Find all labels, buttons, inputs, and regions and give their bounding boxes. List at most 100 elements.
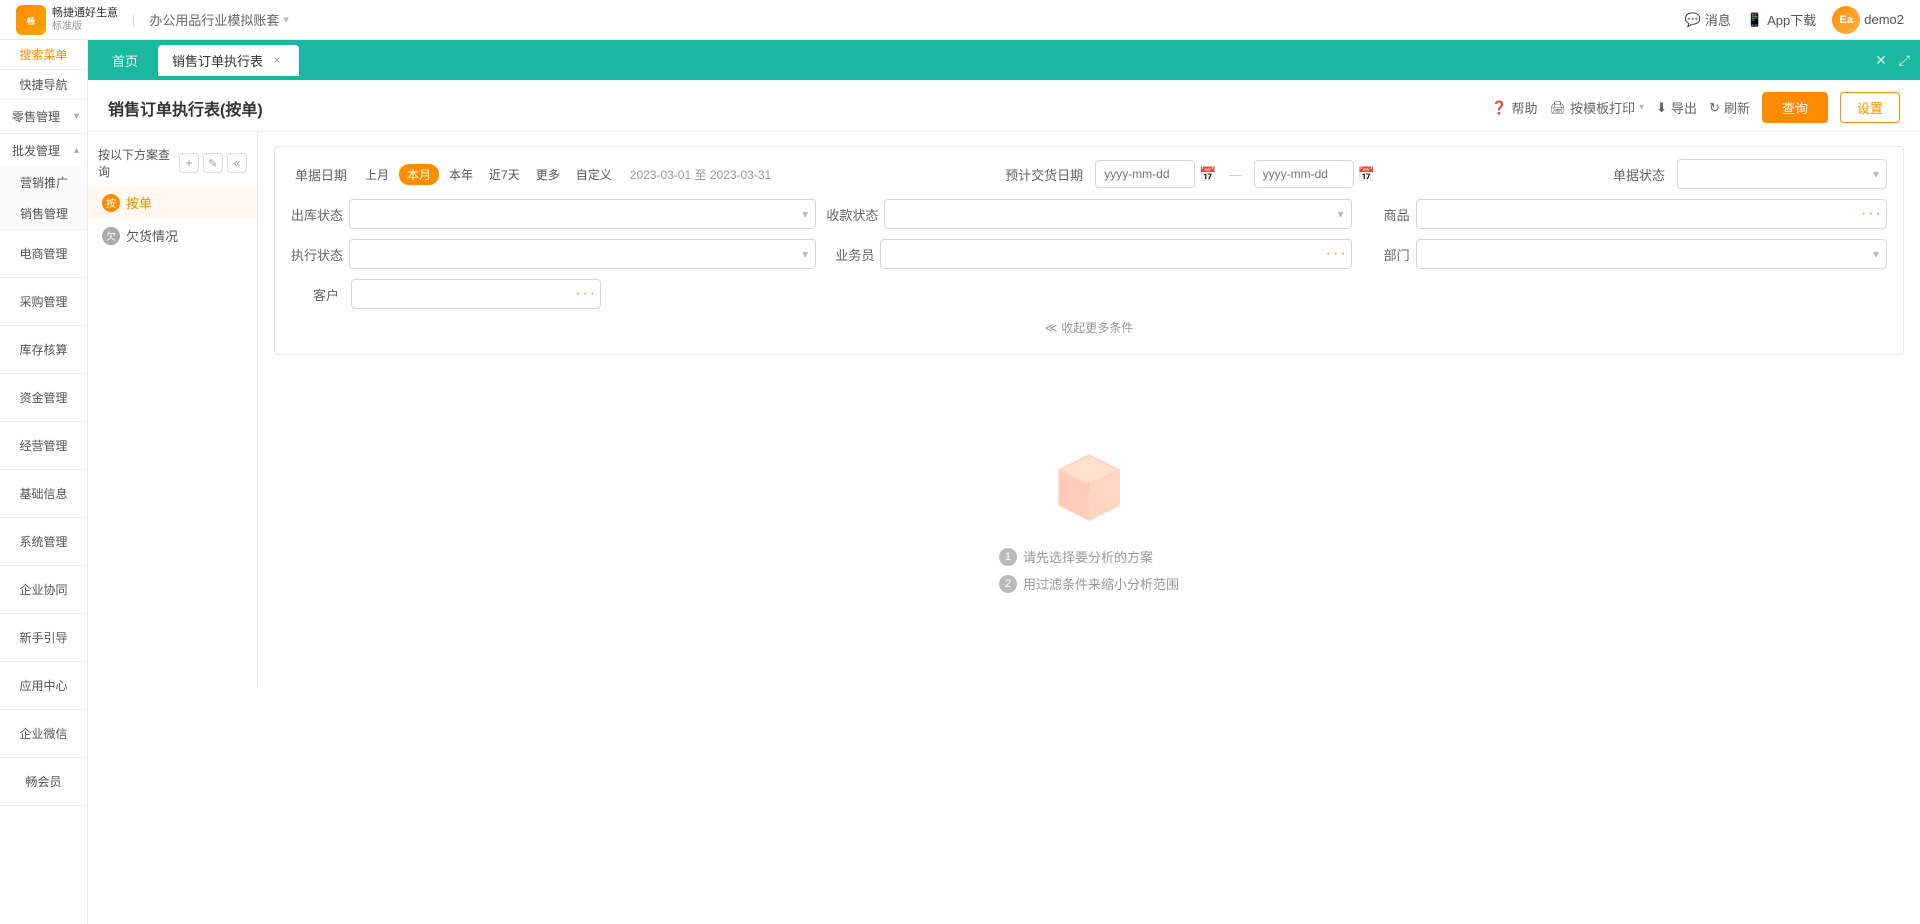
sidebar-item-member[interactable]: 畅会员 (0, 758, 87, 806)
scheme-item-by-order[interactable]: 按 按单 (88, 186, 257, 219)
edit-scheme-button[interactable]: ✎ (203, 153, 223, 173)
date-btn-last-month[interactable]: 上月 (359, 164, 395, 185)
filter-area: 单据日期 上月 本月 本年 近7天 更多 自定义 (274, 146, 1904, 355)
refresh-button[interactable]: ↻ 刷新 (1709, 98, 1750, 117)
hint-number-2: 2 (999, 575, 1017, 593)
status-select-wrap (1677, 159, 1887, 189)
hint-number-1: 1 (999, 548, 1017, 566)
date-btn-more[interactable]: 更多 (530, 164, 566, 185)
sidebar-item-purchasing[interactable]: 采购管理 (0, 278, 87, 326)
out-status-select[interactable] (349, 199, 816, 229)
date-btn-this-month[interactable]: 本月 (399, 164, 439, 185)
refresh-icon: ↻ (1709, 100, 1720, 116)
goods-more-icon[interactable]: ··· (1861, 205, 1883, 223)
logo-area: 畅 畅捷通好生意 标准版 (16, 5, 118, 35)
scheme-icon-order: 按 (102, 194, 120, 212)
filter-row-2: 出库状态 收款状态 (291, 199, 1887, 229)
print-dropdown-icon: ▾ (1639, 102, 1644, 113)
date-btn-last7days[interactable]: 近7天 (483, 164, 526, 185)
page-header-actions: ❓ 帮助 🖨 按模板打印 ▾ ⬇ 导出 ↻ (1491, 92, 1900, 123)
breadcrumb[interactable]: 办公用品行业模拟账套 ▾ (149, 10, 289, 29)
expected-date-from[interactable] (1095, 160, 1195, 188)
sidebar-item-ecommerce[interactable]: 电商管理 (0, 230, 87, 278)
page-inner: 销售订单执行表(按单) ❓ 帮助 🖨 按模板打印 ▾ ⬇ (88, 80, 1920, 924)
receipt-status-select[interactable] (884, 199, 1351, 229)
date-from-wrap: 📅 (1095, 160, 1216, 188)
left-panel-actions: + ✎ « (179, 153, 247, 173)
filter-receipt-status: 收款状态 (826, 199, 1351, 229)
sidebar-item-finance[interactable]: 资金管理 (0, 374, 87, 422)
export-button[interactable]: ⬇ 导出 (1656, 98, 1697, 117)
expected-date-label: 预计交货日期 (1005, 165, 1083, 184)
date-btn-custom[interactable]: 自定义 (570, 164, 618, 185)
scheme-item-shortage[interactable]: 欠 欠货情况 (88, 219, 257, 252)
collapse-filter-button[interactable]: ≪ 收起更多条件 (291, 313, 1887, 342)
status-select[interactable] (1677, 159, 1887, 189)
tab-close-button[interactable]: × (269, 52, 285, 68)
maximize-window-icon[interactable]: ⤢ (1897, 50, 1912, 71)
date-filter-buttons: 上月 本月 本年 近7天 更多 自定义 (359, 164, 618, 185)
date-btn-this-year[interactable]: 本年 (443, 164, 479, 185)
close-window-icon[interactable]: ✕ (1873, 50, 1889, 71)
empty-hint-text: 1 请先选择要分析的方案 2 用过滤条件来缩小分析范围 (999, 547, 1179, 593)
page-header: 销售订单执行表(按单) ❓ 帮助 🖨 按模板打印 ▾ ⬇ (88, 80, 1920, 132)
empty-hint-1: 1 请先选择要分析的方案 (999, 547, 1179, 566)
sales-more-icon[interactable]: ··· (1326, 245, 1348, 263)
left-panel: 按以下方案查询 + ✎ « 按 按单 欠 (88, 132, 258, 687)
collapse-icon: ≪ (1045, 321, 1058, 335)
sidebar-item-inventory[interactable]: 库存核算 (0, 326, 87, 374)
app-download-button[interactable]: 📱 App下载 (1747, 10, 1816, 29)
sidebar-item-marketing[interactable]: 营销推广 (0, 167, 87, 198)
main-body: 按以下方案查询 + ✎ « 按 按单 欠 (88, 132, 1920, 687)
wholesale-sub-items: 营销推广 销售管理 (0, 167, 87, 229)
collapse-panel-button[interactable]: « (227, 153, 247, 173)
retail-expand-icon: ▾ (74, 111, 79, 122)
sidebar-item-sales-management[interactable]: 销售管理 (0, 198, 87, 229)
filter-sales: 业务员 ··· (826, 239, 1351, 269)
filter-dept: 部门 (1362, 239, 1887, 269)
left-panel-header: 按以下方案查询 + ✎ « (88, 140, 257, 186)
message-button[interactable]: 💬 消息 (1685, 10, 1731, 29)
tab-home[interactable]: 首页 (96, 45, 154, 76)
help-button[interactable]: ❓ 帮助 (1491, 98, 1537, 117)
svg-text:↑: ↑ (1086, 477, 1093, 493)
user-avatar[interactable]: Ea demo2 (1832, 6, 1904, 34)
sidebar-item-enterprise[interactable]: 企业协同 (0, 566, 87, 614)
sidebar-item-quick-nav[interactable]: 快捷导航 (0, 70, 87, 100)
filter-row-4: 客户 ··· (291, 279, 1887, 309)
filter-row-3: 执行状态 业务员 (291, 239, 1887, 269)
tab-bar: 首页 销售订单执行表 × ✕ ⤢ (88, 40, 1920, 80)
goods-input[interactable] (1416, 199, 1887, 229)
tab-active[interactable]: 销售订单执行表 × (158, 45, 299, 76)
sales-input[interactable] (880, 239, 1351, 269)
query-button[interactable]: 查询 (1762, 92, 1828, 123)
add-scheme-button[interactable]: + (179, 153, 199, 173)
right-content: 单据日期 上月 本月 本年 近7天 更多 自定义 (258, 132, 1920, 687)
filter-goods: 商品 ··· (1362, 199, 1887, 229)
sidebar-item-retail[interactable]: 零售管理 ▾ (0, 100, 87, 133)
sidebar-item-app-center[interactable]: 应用中心 (0, 662, 87, 710)
print-button[interactable]: 🖨 按模板打印 ▾ (1550, 98, 1645, 117)
sidebar-item-onboarding[interactable]: 新手引导 (0, 614, 87, 662)
filter-row-date: 单据日期 上月 本月 本年 近7天 更多 自定义 (291, 159, 1887, 189)
customer-input[interactable] (351, 279, 601, 309)
exec-status-select[interactable] (349, 239, 816, 269)
sidebar-item-wholesale[interactable]: 批发管理 ▴ (0, 134, 87, 167)
goods-wrap: ··· (1416, 199, 1887, 229)
sidebar-item-search-menu[interactable]: 搜索菜单 (0, 40, 87, 70)
status-label: 单据状态 (1609, 165, 1665, 184)
date-to-calendar-icon[interactable]: 📅 (1358, 166, 1375, 183)
expected-date-to[interactable] (1254, 160, 1354, 188)
empty-state: ↑ 1 请先选择要分析的方案 2 (274, 355, 1904, 673)
date-range-text: 2023-03-01 至 2023-03-31 (630, 166, 771, 183)
settings-button[interactable]: 设置 (1840, 92, 1900, 123)
dept-wrap (1416, 239, 1887, 269)
dept-select[interactable] (1416, 239, 1887, 269)
date-from-calendar-icon[interactable]: 📅 (1199, 166, 1216, 183)
sidebar-item-basic-info[interactable]: 基础信息 (0, 470, 87, 518)
sidebar-item-system[interactable]: 系统管理 (0, 518, 87, 566)
sidebar-item-enterprise-wechat[interactable]: 企业微信 (0, 710, 87, 758)
sidebar-item-operations[interactable]: 经营管理 (0, 422, 87, 470)
export-icon: ⬇ (1656, 100, 1667, 116)
customer-more-icon[interactable]: ··· (575, 285, 597, 303)
